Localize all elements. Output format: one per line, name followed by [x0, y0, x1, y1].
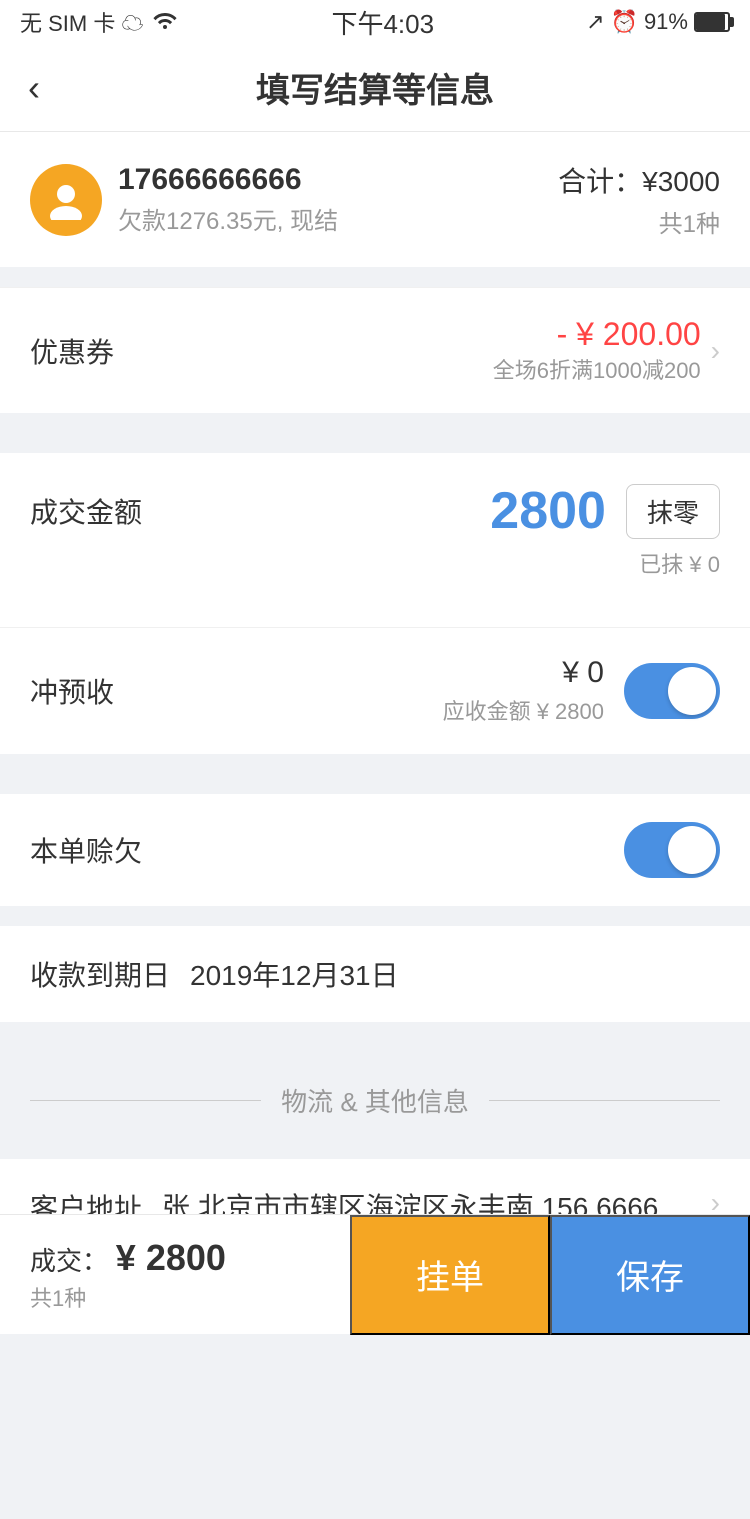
total-count: 共1种: [558, 204, 720, 239]
deal-amount: 2800: [490, 481, 606, 541]
precollect-section: 冲预收 ¥ 0 应收金额 ¥ 2800: [0, 627, 750, 754]
location-icon: ↗: [586, 9, 604, 35]
precollect-label: 冲预收: [30, 671, 114, 711]
total-label: 合计：: [558, 166, 642, 197]
status-bar-time: 下午4:03: [331, 4, 434, 41]
coupon-discount: - ¥ 200.00: [493, 316, 701, 353]
customer-left: 17666666666 欠款1276.35元, 现结: [30, 163, 338, 236]
sim-status: 无 SIM 卡 ☁: [20, 6, 143, 38]
page-title: 填写结算等信息: [256, 63, 494, 112]
bottom-spacer: [0, 1319, 750, 1519]
status-bar: 无 SIM 卡 ☁ 下午4:03 ↗ ⏰ 91%: [0, 0, 750, 44]
customer-details: 17666666666 欠款1276.35元, 现结: [118, 163, 338, 236]
duedate-value: 2019年12月31日: [190, 954, 399, 994]
coupon-desc: 全场6折满1000减200: [493, 353, 701, 385]
coupon-label: 优惠券: [30, 331, 114, 371]
bottom-summary: 成交： ¥ 2800 共1种: [0, 1237, 350, 1313]
deal-row: 成交金额 2800 抹零: [30, 481, 720, 541]
back-button[interactable]: ‹: [28, 67, 40, 109]
arrears-section: 本单赊欠: [0, 794, 750, 906]
battery-text: 91%: [644, 9, 688, 35]
arrears-label: 本单赊欠: [30, 830, 142, 870]
hold-button[interactable]: 挂单: [350, 1215, 550, 1335]
toggle-knob: [668, 667, 716, 715]
battery-icon: [694, 12, 730, 32]
precollect-right: ¥ 0 应收金额 ¥ 2800: [443, 656, 720, 726]
logistics-divider: 物流 & 其他信息: [0, 1062, 750, 1139]
precollect-row: 冲预收 ¥ 0 应收金额 ¥ 2800: [30, 656, 720, 726]
duedate-label: 收款到期日: [30, 954, 170, 994]
deal-label: 成交金额: [30, 491, 142, 531]
coupon-section[interactable]: 优惠券 - ¥ 200.00 全场6折满1000减200 ›: [0, 287, 750, 413]
status-bar-right: ↗ ⏰ 91%: [586, 9, 730, 35]
bottom-deal-count: 共1种: [30, 1281, 320, 1313]
precollect-toggle[interactable]: [624, 663, 720, 719]
spacer-1: [0, 433, 750, 453]
bottom-bar: 成交： ¥ 2800 共1种 挂单 保存: [0, 1214, 750, 1334]
customer-debt: 欠款1276.35元, 现结: [118, 201, 338, 236]
precollect-amount-block: ¥ 0 应收金额 ¥ 2800: [443, 656, 604, 726]
bottom-deal-row: 成交： ¥ 2800: [30, 1237, 320, 1279]
alarm-icon: ⏰: [611, 9, 638, 35]
avatar: [30, 164, 102, 236]
coupon-right: - ¥ 200.00 全场6折满1000减200 ›: [493, 316, 720, 385]
precollect-sub: 应收金额 ¥ 2800: [443, 694, 604, 726]
deal-sub: 已抹 ¥ 0: [30, 547, 720, 579]
customer-phone: 17666666666: [118, 163, 338, 197]
total-label-value: 合计：¥3000: [558, 160, 720, 200]
save-button[interactable]: 保存: [550, 1215, 750, 1335]
round-button[interactable]: 抹零: [626, 484, 720, 539]
spacer-3: [0, 1042, 750, 1062]
status-bar-left: 无 SIM 卡 ☁: [20, 6, 179, 38]
wifi-icon: [151, 9, 179, 35]
deal-precollect-section: 成交金额 2800 抹零 已抹 ¥ 0 冲预收 ¥ 0 应收金额 ¥ 2800: [0, 453, 750, 754]
divider-line-right: [489, 1100, 720, 1101]
divider-line-left: [30, 1100, 261, 1101]
coupon-chevron-icon: ›: [711, 335, 720, 367]
arrears-toggle[interactable]: [624, 822, 720, 878]
duedate-section: 收款到期日 2019年12月31日: [0, 926, 750, 1022]
precollect-amount: ¥ 0: [443, 656, 604, 690]
divider-label: 物流 & 其他信息: [281, 1082, 469, 1119]
deal-right: 2800 抹零: [490, 481, 720, 541]
total-value: ¥3000: [642, 166, 720, 197]
nav-bar: ‹ 填写结算等信息: [0, 44, 750, 132]
spacer-2: [0, 774, 750, 794]
arrears-toggle-knob: [668, 826, 716, 874]
customer-total: 合计：¥3000 共1种: [558, 160, 720, 239]
customer-info-section: 17666666666 欠款1276.35元, 现结 合计：¥3000 共1种: [0, 132, 750, 267]
bottom-deal-label: 成交：: [30, 1246, 108, 1276]
bottom-deal-amount: ¥ 2800: [116, 1237, 226, 1278]
deal-amount-section: 成交金额 2800 抹零 已抹 ¥ 0: [0, 453, 750, 607]
